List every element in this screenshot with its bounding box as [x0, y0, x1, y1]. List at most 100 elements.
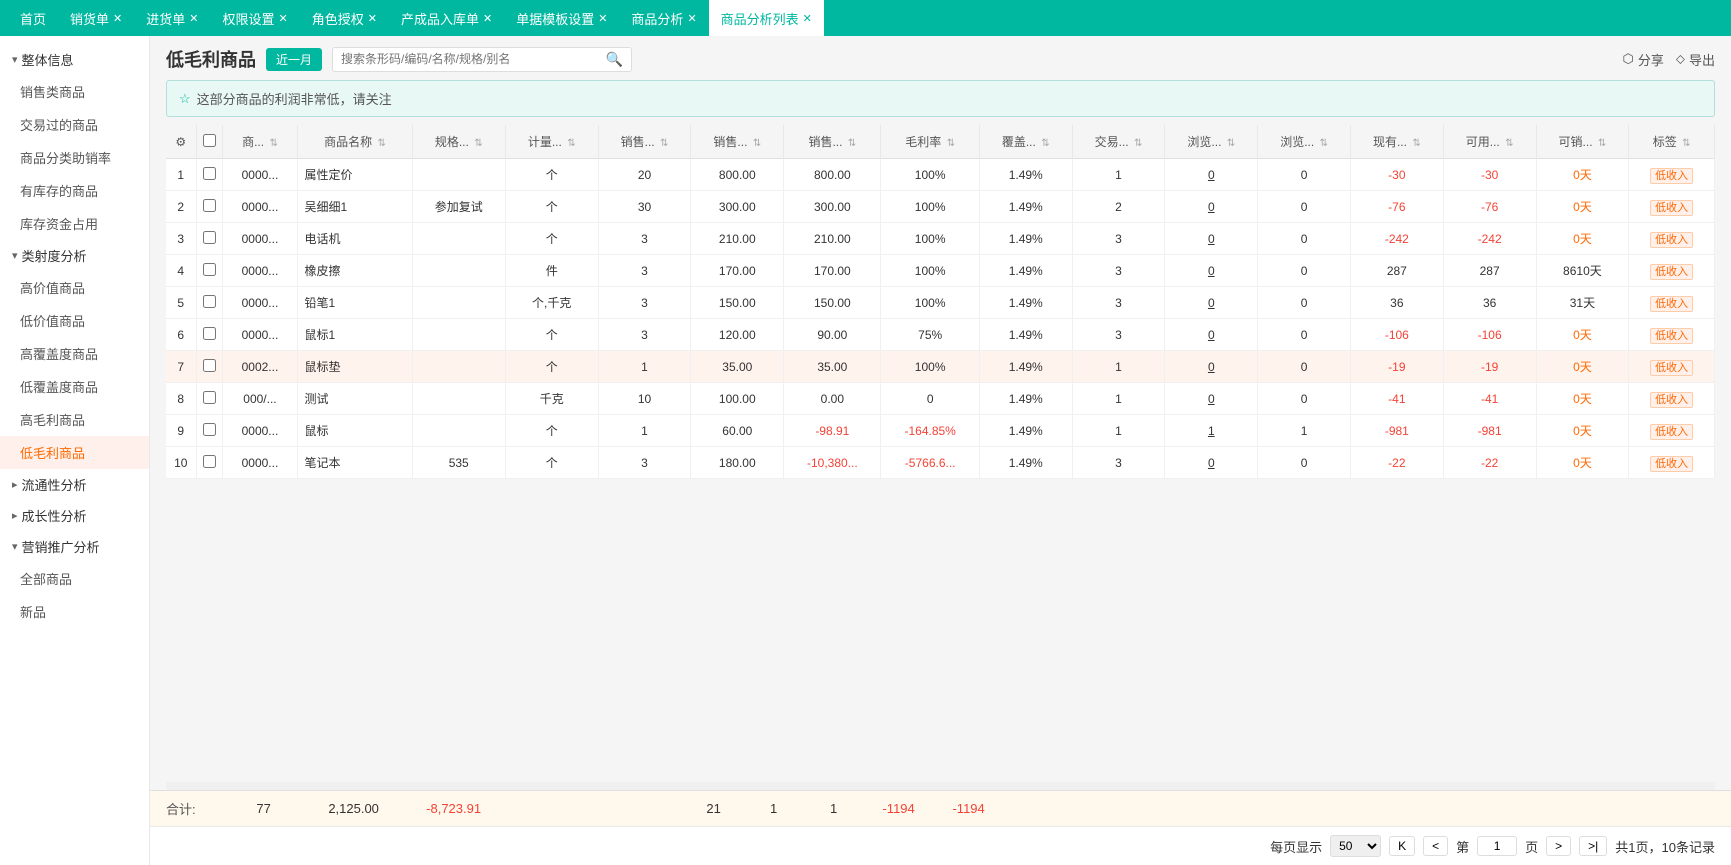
- row-view1[interactable]: 0: [1165, 287, 1258, 319]
- page-number-input[interactable]: [1477, 836, 1517, 856]
- row-view1[interactable]: 0: [1165, 383, 1258, 415]
- export-button[interactable]: ⬦ 导出: [1676, 50, 1715, 69]
- sidebar-item-high-margin[interactable]: 高毛利商品: [0, 403, 149, 436]
- close-icon[interactable]: ✕: [483, 12, 492, 25]
- close-icon[interactable]: ✕: [687, 12, 696, 25]
- row-checkbox[interactable]: [196, 223, 222, 255]
- sidebar-item-stocked-goods[interactable]: 有库存的商品: [0, 174, 149, 207]
- row-view1[interactable]: 0: [1165, 223, 1258, 255]
- sidebar-item-inventory-capital[interactable]: 库存资金占用: [0, 207, 149, 240]
- row-coverage: 1.49%: [979, 223, 1072, 255]
- row-view1[interactable]: 1: [1165, 415, 1258, 447]
- first-page-button[interactable]: K: [1389, 836, 1415, 856]
- row-checkbox[interactable]: [196, 415, 222, 447]
- nav-template-settings[interactable]: 单据模板设置 ✕: [504, 0, 619, 36]
- row-view1[interactable]: 0: [1165, 319, 1258, 351]
- close-icon[interactable]: ✕: [279, 12, 288, 25]
- nav-goods-analysis-list[interactable]: 商品分析列表 ✕: [709, 0, 824, 36]
- select-all-checkbox[interactable]: [203, 134, 216, 147]
- row-available: 287: [1443, 255, 1536, 287]
- sidebar-group-overall[interactable]: ▾ 整体信息: [0, 44, 149, 75]
- row-checkbox[interactable]: [196, 351, 222, 383]
- col-name[interactable]: 商品名称 ⇅: [298, 125, 412, 159]
- next-page-button[interactable]: >: [1546, 836, 1571, 856]
- col-sales-profit[interactable]: 销售... ⇅: [784, 125, 881, 159]
- sidebar-group-circulation[interactable]: ▸ 流通性分析: [0, 469, 149, 500]
- footer-current-stock: -1194: [864, 801, 934, 816]
- sidebar-item-high-value[interactable]: 高价值商品: [0, 271, 149, 304]
- row-checkbox[interactable]: [196, 447, 222, 479]
- sidebar-item-low-coverage[interactable]: 低覆盖度商品: [0, 370, 149, 403]
- filter-recent-month-button[interactable]: 近一月: [266, 48, 322, 71]
- row-available: -981: [1443, 415, 1536, 447]
- col-sales-amount[interactable]: 销售... ⇅: [691, 125, 784, 159]
- col-view1[interactable]: 浏览... ⇅: [1165, 125, 1258, 159]
- footer-view1: 1: [744, 801, 804, 816]
- col-unit[interactable]: 计量... ⇅: [505, 125, 598, 159]
- nav-permissions[interactable]: 权限设置 ✕: [210, 0, 299, 36]
- row-checkbox[interactable]: [196, 159, 222, 191]
- sidebar-group-marketing[interactable]: ▾ 营销推广分析: [0, 531, 149, 562]
- row-unit: 个,千克: [505, 287, 598, 319]
- sidebar-item-high-coverage[interactable]: 高覆盖度商品: [0, 337, 149, 370]
- col-spec[interactable]: 规格... ⇅: [412, 125, 505, 159]
- row-gross-margin: 100%: [881, 255, 979, 287]
- search-input[interactable]: [341, 52, 600, 66]
- close-icon[interactable]: ✕: [189, 12, 198, 25]
- row-view1[interactable]: 0: [1165, 191, 1258, 223]
- sidebar-item-category-rate[interactable]: 商品分类助销率: [0, 141, 149, 174]
- per-page-select[interactable]: 50 100: [1330, 835, 1381, 857]
- col-sales-qty[interactable]: 销售... ⇅: [598, 125, 691, 159]
- col-transaction[interactable]: 交易... ⇅: [1072, 125, 1165, 159]
- col-code[interactable]: 商... ⇅: [222, 125, 298, 159]
- chevron-down-icon: ▾: [12, 540, 18, 553]
- row-checkbox[interactable]: [196, 287, 222, 319]
- row-view1[interactable]: 0: [1165, 351, 1258, 383]
- row-checkbox[interactable]: [196, 191, 222, 223]
- col-available[interactable]: 可用... ⇅: [1443, 125, 1536, 159]
- row-transaction: 1: [1072, 383, 1165, 415]
- sidebar-group-growth[interactable]: ▸ 成长性分析: [0, 500, 149, 531]
- col-settings[interactable]: ⚙: [166, 125, 196, 159]
- row-sales-qty: 3: [598, 287, 691, 319]
- row-view1[interactable]: 0: [1165, 255, 1258, 287]
- sidebar-item-traded-goods[interactable]: 交易过的商品: [0, 108, 149, 141]
- nav-purchase-order[interactable]: 进货单 ✕: [134, 0, 210, 36]
- nav-product-warehouse[interactable]: 产成品入库单 ✕: [389, 0, 504, 36]
- nav-role-auth[interactable]: 角色授权 ✕: [300, 0, 389, 36]
- sidebar-item-low-margin[interactable]: 低毛利商品: [0, 436, 149, 469]
- table-row: 7 0002... 鼠标垫 个 1 35.00 35.00 100% 1.49%…: [166, 351, 1715, 383]
- col-current-stock[interactable]: 现有... ⇅: [1350, 125, 1443, 159]
- close-icon[interactable]: ✕: [598, 12, 607, 25]
- sidebar-item-new-goods[interactable]: 新品: [0, 595, 149, 628]
- close-icon[interactable]: ✕: [803, 12, 812, 25]
- sidebar-item-all-goods[interactable]: 全部商品: [0, 562, 149, 595]
- row-checkbox[interactable]: [196, 255, 222, 287]
- row-view1[interactable]: 0: [1165, 159, 1258, 191]
- close-icon[interactable]: ✕: [113, 12, 122, 25]
- sidebar-group-analysis[interactable]: ▾ 类射度分析: [0, 240, 149, 271]
- col-coverage[interactable]: 覆盖... ⇅: [979, 125, 1072, 159]
- row-checkbox[interactable]: [196, 383, 222, 415]
- col-tag[interactable]: 标签 ⇅: [1629, 125, 1715, 159]
- col-saleable[interactable]: 可销... ⇅: [1536, 125, 1629, 159]
- search-icon[interactable]: 🔍: [606, 51, 623, 68]
- row-tag: 低收入: [1629, 415, 1715, 447]
- share-button[interactable]: ⬡ 分享: [1623, 50, 1664, 69]
- sidebar-item-low-value[interactable]: 低价值商品: [0, 304, 149, 337]
- col-gross-margin[interactable]: 毛利率 ⇅: [881, 125, 979, 159]
- nav-home[interactable]: 首页: [8, 0, 58, 36]
- nav-goods-analysis[interactable]: 商品分析 ✕: [619, 0, 708, 36]
- last-page-button[interactable]: >|: [1579, 836, 1607, 856]
- nav-sales-order[interactable]: 销货单 ✕: [58, 0, 134, 36]
- col-view2[interactable]: 浏览... ⇅: [1258, 125, 1351, 159]
- row-current-stock: 36: [1350, 287, 1443, 319]
- sidebar-item-sales-goods[interactable]: 销售类商品: [0, 75, 149, 108]
- row-transaction: 1: [1072, 415, 1165, 447]
- row-checkbox[interactable]: [196, 319, 222, 351]
- close-icon[interactable]: ✕: [368, 12, 377, 25]
- prev-page-button[interactable]: <: [1423, 836, 1448, 856]
- row-code: 0000...: [222, 255, 298, 287]
- row-view1[interactable]: 0: [1165, 447, 1258, 479]
- horizontal-scrollbar[interactable]: [166, 782, 1715, 790]
